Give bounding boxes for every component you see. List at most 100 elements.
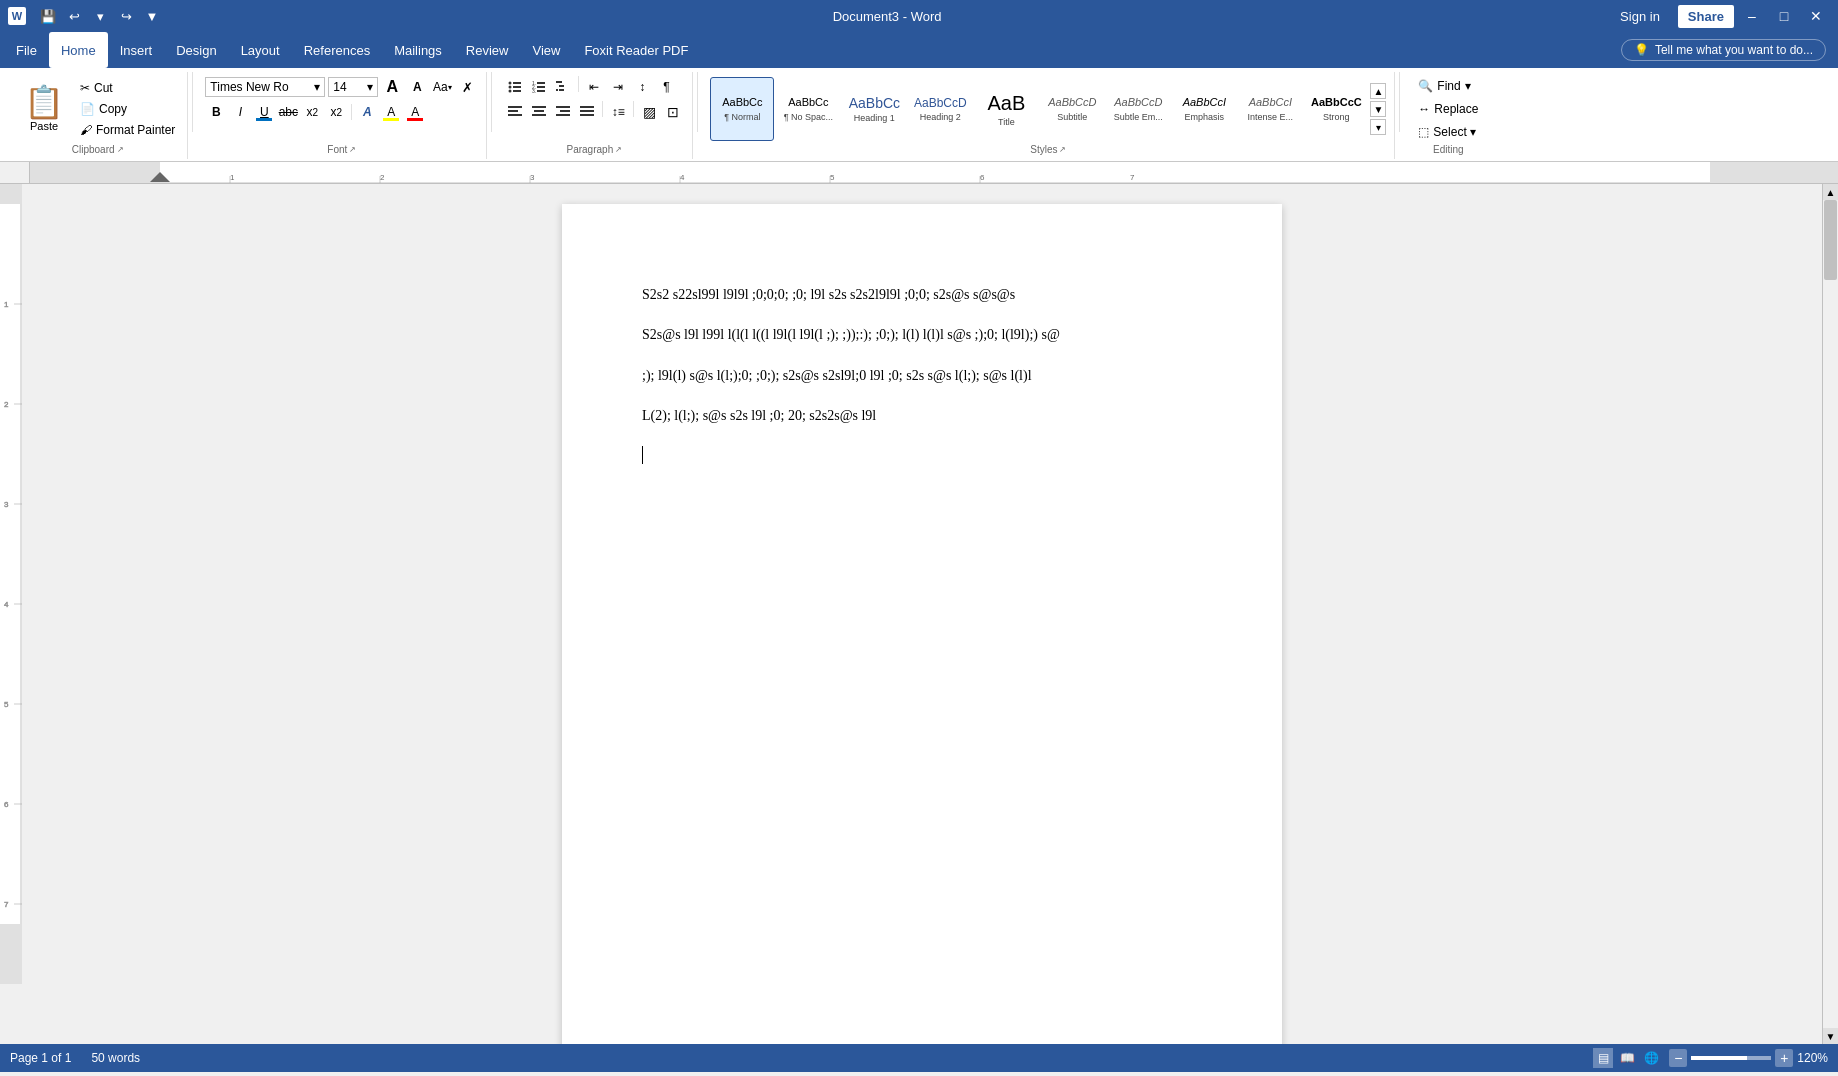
style-title[interactable]: AaB Title (974, 77, 1038, 141)
align-left-button[interactable] (504, 101, 526, 123)
font-grow-button[interactable]: A (381, 76, 403, 98)
document-area[interactable]: S2s2 s22sl99l l9l9l ;0;0;0; ;0; l9l s2s … (22, 184, 1822, 1044)
style-emphasis[interactable]: AaBbCcI Emphasis (1172, 77, 1236, 141)
font-size-select[interactable]: 14 ▾ (328, 77, 378, 97)
cut-button[interactable]: ✂ Cut (76, 79, 179, 97)
svg-rect-3 (513, 86, 521, 88)
style-subtle-emphasis[interactable]: AaBbCcD Subtle Em... (1106, 77, 1170, 141)
undo-dropdown[interactable]: ▾ (88, 4, 112, 28)
paragraph-expand-icon[interactable]: ↗ (615, 145, 622, 154)
underline-button[interactable]: U (253, 101, 275, 123)
menu-insert[interactable]: Insert (108, 32, 165, 68)
select-button[interactable]: ⬚ Select ▾ (1412, 122, 1482, 142)
italic-button[interactable]: I (229, 101, 251, 123)
style-no-spacing[interactable]: AaBbCc ¶ No Spac... (776, 77, 840, 141)
svg-rect-25 (580, 106, 594, 108)
zoom-out-button[interactable]: − (1669, 1049, 1687, 1067)
borders-button[interactable]: ⊡ (662, 101, 684, 123)
bold-button[interactable]: B (205, 101, 227, 123)
cursor-line (642, 446, 1202, 464)
line-spacing-button[interactable]: ↕≡ (607, 101, 629, 123)
restore-button[interactable]: □ (1770, 2, 1798, 30)
subscript-button[interactable]: x2 (301, 101, 323, 123)
text-effects-button[interactable]: A (356, 101, 378, 123)
undo-button[interactable]: ↩ (62, 4, 86, 28)
close-button[interactable]: ✕ (1802, 2, 1830, 30)
para-divider-1 (578, 76, 579, 92)
style-nospace-preview: AaBbCc (788, 96, 828, 109)
find-button[interactable]: 🔍 Find ▾ (1412, 76, 1476, 96)
multilevel-list-button[interactable] (552, 76, 574, 98)
customize-quick-access[interactable]: ▼ (140, 4, 164, 28)
read-mode-view[interactable]: 📖 (1617, 1048, 1637, 1068)
change-case-button[interactable]: Aa▾ (431, 76, 453, 98)
title-bar-left: W 💾 ↩ ▾ ↪ ▼ (8, 4, 164, 28)
increase-indent-button[interactable]: ⇥ (607, 76, 629, 98)
format-painter-button[interactable]: 🖌 Format Painter (76, 121, 179, 139)
font-divider (351, 104, 352, 120)
scroll-up-button[interactable]: ▲ (1823, 184, 1839, 200)
style-intense-emphasis[interactable]: AaBbCcI Intense E... (1238, 77, 1302, 141)
zoom-slider[interactable] (1691, 1056, 1771, 1060)
zoom-in-button[interactable]: + (1775, 1049, 1793, 1067)
print-layout-view[interactable]: ▤ (1593, 1048, 1613, 1068)
show-hide-button[interactable]: ¶ (655, 76, 677, 98)
bullets-button[interactable] (504, 76, 526, 98)
svg-text:7: 7 (1130, 173, 1135, 182)
menu-references[interactable]: References (292, 32, 382, 68)
shading-button[interactable]: ▨ (638, 101, 660, 123)
scroll-down-button[interactable]: ▼ (1823, 1028, 1839, 1044)
minimize-button[interactable]: – (1738, 2, 1766, 30)
menu-mailings[interactable]: Mailings (382, 32, 454, 68)
align-right-button[interactable] (552, 101, 574, 123)
redo-button[interactable]: ↪ (114, 4, 138, 28)
copy-button[interactable]: 📄 Copy (76, 100, 179, 118)
menu-view[interactable]: View (520, 32, 572, 68)
scroll-thumb[interactable] (1824, 200, 1837, 280)
svg-rect-1 (513, 82, 521, 84)
style-heading1[interactable]: AaBbCc Heading 1 (842, 77, 906, 141)
zoom-controls: − + 120% (1669, 1049, 1828, 1067)
menu-foxit[interactable]: Foxit Reader PDF (572, 32, 700, 68)
font-color-button[interactable]: A (404, 101, 426, 123)
style-heading2[interactable]: AaBbCcD Heading 2 (908, 77, 972, 141)
signin-button[interactable]: Sign in (1610, 5, 1670, 28)
save-button[interactable]: 💾 (36, 4, 60, 28)
sort-button[interactable]: ↕ (631, 76, 653, 98)
text-highlight-button[interactable]: A (380, 101, 402, 123)
tell-me-box[interactable]: 💡 Tell me what you want to do... (1621, 39, 1826, 61)
styles-scroll-up[interactable]: ▲ (1370, 83, 1386, 99)
svg-rect-7 (537, 82, 545, 84)
paste-button[interactable]: 📋 Paste (16, 76, 72, 142)
style-subtitle[interactable]: AaBbCcD Subtitle (1040, 77, 1104, 141)
menu-file[interactable]: File (4, 32, 49, 68)
decrease-indent-button[interactable]: ⇤ (583, 76, 605, 98)
numbering-button[interactable]: 1.2.3. (528, 76, 550, 98)
vertical-scrollbar[interactable]: ▲ ▼ (1822, 184, 1838, 1044)
font-name-select[interactable]: Times New Ro ▾ (205, 77, 325, 97)
clear-format-button[interactable]: ✗ (456, 76, 478, 98)
share-button[interactable]: Share (1678, 5, 1734, 28)
styles-scroll: ▲ ▼ ▾ (1370, 83, 1386, 135)
align-center-button[interactable] (528, 101, 550, 123)
strikethrough-button[interactable]: abc (277, 101, 299, 123)
styles-expand[interactable]: ▾ (1370, 119, 1386, 135)
styles-expand-icon[interactable]: ↗ (1059, 145, 1066, 154)
justify-button[interactable] (576, 101, 598, 123)
menu-review[interactable]: Review (454, 32, 521, 68)
styles-scroll-down[interactable]: ▼ (1370, 101, 1386, 117)
svg-rect-26 (580, 110, 594, 112)
menu-home[interactable]: Home (49, 32, 108, 68)
document-content[interactable]: S2s2 s22sl99l l9l9l ;0;0;0; ;0; l9l s2s … (642, 284, 1202, 464)
superscript-button[interactable]: x2 (325, 101, 347, 123)
web-layout-view[interactable]: 🌐 (1641, 1048, 1661, 1068)
menu-design[interactable]: Design (164, 32, 228, 68)
replace-button[interactable]: ↔ Replace (1412, 99, 1484, 119)
font-expand-icon[interactable]: ↗ (349, 145, 356, 154)
style-strong[interactable]: AaBbCcC Strong (1304, 77, 1368, 141)
clipboard-expand-icon[interactable]: ↗ (117, 145, 124, 154)
style-h2-name: Heading 2 (920, 112, 961, 122)
menu-layout[interactable]: Layout (229, 32, 292, 68)
font-shrink-button[interactable]: A (406, 76, 428, 98)
style-normal[interactable]: AaBbCc ¶ Normal (710, 77, 774, 141)
